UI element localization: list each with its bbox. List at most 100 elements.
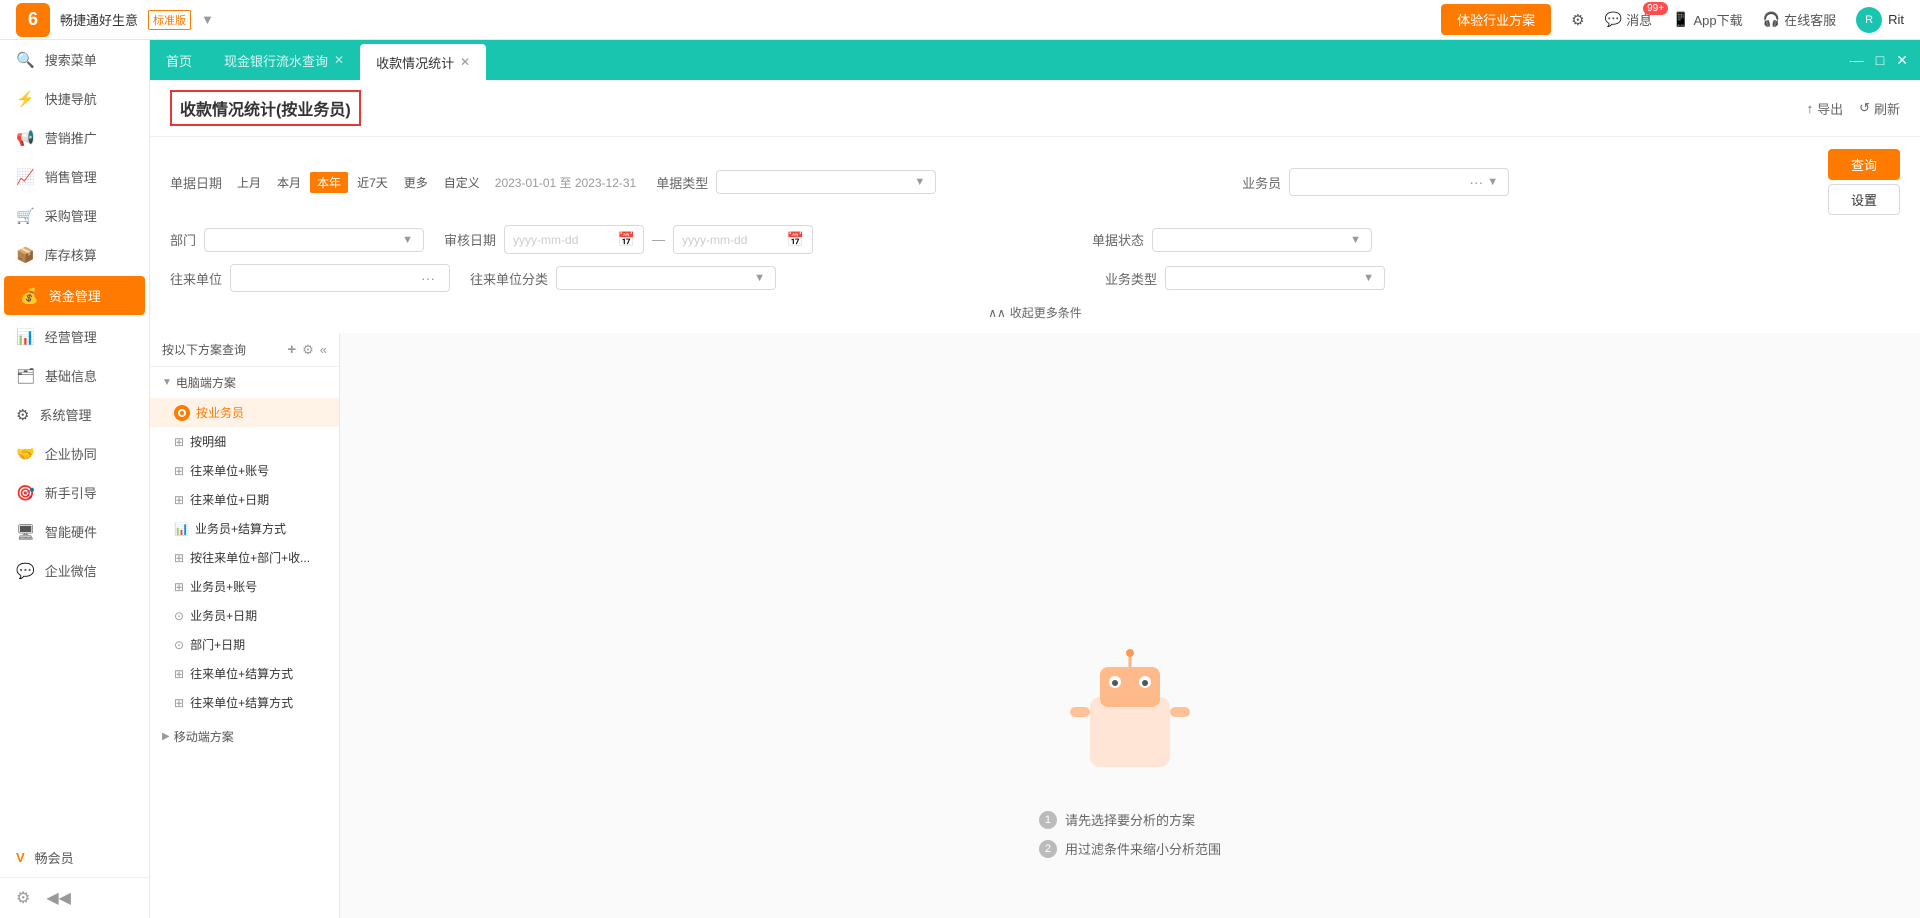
left-panel-collapse-icon[interactable]: « <box>320 342 327 357</box>
tree-item-partner-settlement2[interactable]: ⊞ 往来单位+结算方式 <box>150 688 339 717</box>
tab-home[interactable]: 首页 <box>150 40 208 80</box>
operation-icon: 📊 <box>16 328 35 346</box>
dropdown-arrow[interactable]: ▼ <box>201 12 214 27</box>
partner-label: 往来单位 <box>170 269 222 288</box>
left-panel-settings-icon[interactable]: ⚙ <box>302 342 314 358</box>
date-range-display: 2023-01-01 至 2023-12-31 <box>495 174 636 191</box>
export-button[interactable]: ↑ 导出 <box>1807 99 1844 118</box>
app-download-btn[interactable]: 📱 App下载 <box>1672 10 1743 29</box>
sidebar-item-marketing[interactable]: 📢 营销推广 <box>0 118 149 157</box>
tree-item-icon-partner-account: ⊞ <box>174 464 184 478</box>
settings-icon[interactable]: ⚙ <box>1571 11 1584 29</box>
bill-status-select[interactable]: ▼ <box>1152 228 1372 252</box>
trial-button[interactable]: 体验行业方案 <box>1441 4 1551 35</box>
message-btn[interactable]: 💬 消息 99+ <box>1605 10 1652 29</box>
window-minimize-icon[interactable]: — <box>1850 52 1864 68</box>
sidebar-label-warehouse: 库存核算 <box>45 245 97 264</box>
tree-section-mobile[interactable]: ▶ 移动端方案 <box>150 721 339 752</box>
sidebar-item-wechat[interactable]: 💬 企业微信 <box>0 551 149 590</box>
window-maximize-icon[interactable]: □ <box>1876 52 1884 68</box>
user-area[interactable]: R Rit <box>1856 7 1904 33</box>
left-panel-add-icon[interactable]: + <box>287 341 296 358</box>
sidebar-bottom-settings-icon[interactable]: ⚙ <box>16 888 30 908</box>
page-title: 收款情况统计(按业务员) <box>170 90 361 126</box>
tree-section-desktop[interactable]: ▼ 电脑端方案 <box>150 367 339 398</box>
sidebar-item-hardware[interactable]: 🖥 智能硬件 <box>0 512 149 551</box>
app-logo: 6 <box>16 3 50 37</box>
sidebar-item-guide[interactable]: 🎯 新手引导 <box>0 473 149 512</box>
tab-receipt-stats-close[interactable]: ✕ <box>460 55 470 69</box>
audit-date-end[interactable]: yyyy-mm-dd 📅 <box>673 225 813 254</box>
sidebar-label-system: 系统管理 <box>39 405 91 424</box>
department-select[interactable]: ▼ <box>204 228 424 252</box>
window-close-icon[interactable]: ✕ <box>1896 52 1908 69</box>
tab-bank-flow-close[interactable]: ✕ <box>334 53 344 67</box>
tree-item-label-salesman-date: 业务员+日期 <box>190 607 257 624</box>
tree-item-label-dept-date: 部门+日期 <box>190 636 245 653</box>
date-tab-more[interactable]: 更多 <box>397 172 435 193</box>
audit-date-end-input[interactable]: yyyy-mm-dd <box>682 233 781 247</box>
tab-bank-flow[interactable]: 现金银行流水查询 ✕ <box>208 40 360 80</box>
tree-item-icon-salesman-account: ⊞ <box>174 580 184 594</box>
date-tab-custom[interactable]: 自定义 <box>437 172 487 193</box>
sales-icon: 📈 <box>16 168 35 186</box>
system-icon: ⚙ <box>16 406 29 424</box>
tree-item-icon-detail: ⊞ <box>174 435 184 449</box>
partner-more-btn[interactable]: ··· <box>421 270 435 286</box>
sidebar-item-system[interactable]: ⚙ 系统管理 <box>0 395 149 434</box>
avatar: R <box>1856 7 1882 33</box>
tree-item-salesman-settlement[interactable]: 📊 业务员+结算方式 <box>150 514 339 543</box>
salesman-more-icon[interactable]: ··· <box>1469 174 1483 190</box>
tree-item-by-salesman[interactable]: 按业务员 <box>150 398 339 427</box>
partner-category-select[interactable]: ▼ <box>556 266 776 290</box>
tree-item-salesman-date[interactable]: ⊙ 业务员+日期 <box>150 601 339 630</box>
tree-item-salesman-account[interactable]: ⊞ 业务员+账号 <box>150 572 339 601</box>
sidebar-item-sales[interactable]: 📈 销售管理 <box>0 157 149 196</box>
sidebar-item-warehouse[interactable]: 📦 库存核算 <box>0 235 149 274</box>
collapse-btn[interactable]: ∧∧ 收起更多条件 <box>170 296 1900 329</box>
calendar-icon-start: 📅 <box>618 231 635 248</box>
tree-item-icon-partner-settlement2: ⊞ <box>174 696 184 710</box>
sidebar-item-operation[interactable]: 📊 经营管理 <box>0 317 149 356</box>
sidebar-item-base[interactable]: 🗂 基础信息 <box>0 356 149 395</box>
app-name: 畅捷通好生意 <box>60 10 138 29</box>
date-tab-last-month[interactable]: 上月 <box>230 172 268 193</box>
sidebar-item-search[interactable]: 🔍 搜索菜单 <box>0 40 149 79</box>
sidebar-bottom-collapse-icon[interactable]: ◀◀ <box>46 888 71 908</box>
sidebar-label-quicknav: 快捷导航 <box>45 89 97 108</box>
sidebar-item-purchase[interactable]: 🛒 采购管理 <box>0 196 149 235</box>
partner-select[interactable]: ··· <box>230 264 450 292</box>
tree-item-partner-account[interactable]: ⊞ 往来单位+账号 <box>150 456 339 485</box>
capital-icon: 💰 <box>20 287 39 305</box>
tab-receipt-stats[interactable]: 收款情况统计 ✕ <box>360 44 486 80</box>
bill-type-select[interactable]: ▼ <box>716 170 936 194</box>
sidebar-item-vip[interactable]: V 畅会员 <box>0 838 149 877</box>
sidebar-label-operation: 经营管理 <box>45 327 97 346</box>
query-button[interactable]: 查询 <box>1828 149 1900 180</box>
refresh-button[interactable]: ↺ 刷新 <box>1859 99 1900 118</box>
set-button[interactable]: 设置 <box>1828 184 1900 215</box>
audit-date-start[interactable]: yyyy-mm-dd 📅 <box>504 225 644 254</box>
sidebar-item-quicknav[interactable]: ⚡ 快捷导航 <box>0 79 149 118</box>
tree-item-partner-date[interactable]: ⊞ 往来单位+日期 <box>150 485 339 514</box>
tree-item-partner-settlement1[interactable]: ⊞ 往来单位+结算方式 <box>150 659 339 688</box>
tree-item-label-salesman: 按业务员 <box>196 404 244 421</box>
tree-item-dept-date[interactable]: ⊙ 部门+日期 <box>150 630 339 659</box>
partner-category-label: 往来单位分类 <box>470 269 548 288</box>
tree-section-arrow-desktop: ▼ <box>162 377 172 388</box>
tree-item-by-partner-dept[interactable]: ⊞ 按往来单位+部门+收... <box>150 543 339 572</box>
edition-badge: 标准版 <box>148 10 191 30</box>
date-tab-this-month[interactable]: 本月 <box>270 172 308 193</box>
sidebar-item-corp[interactable]: 🤝 企业协同 <box>0 434 149 473</box>
sidebar-item-capital[interactable]: 💰 资金管理 <box>4 276 145 315</box>
online-service-btn[interactable]: 🎧 在线客服 <box>1763 10 1836 29</box>
tree-item-icon-partner-dept: ⊞ <box>174 551 184 565</box>
date-tab-7days[interactable]: 近7天 <box>350 172 395 193</box>
tree-item-by-detail[interactable]: ⊞ 按明细 <box>150 427 339 456</box>
message-count: 99+ <box>1643 2 1668 15</box>
salesman-select[interactable]: ··· ▼ <box>1289 168 1509 196</box>
date-tab-this-year[interactable]: 本年 <box>310 172 348 193</box>
business-type-select[interactable]: ▼ <box>1165 266 1385 290</box>
bill-status-dropdown-icon: ▼ <box>1350 234 1361 246</box>
audit-date-start-input[interactable]: yyyy-mm-dd <box>513 233 612 247</box>
